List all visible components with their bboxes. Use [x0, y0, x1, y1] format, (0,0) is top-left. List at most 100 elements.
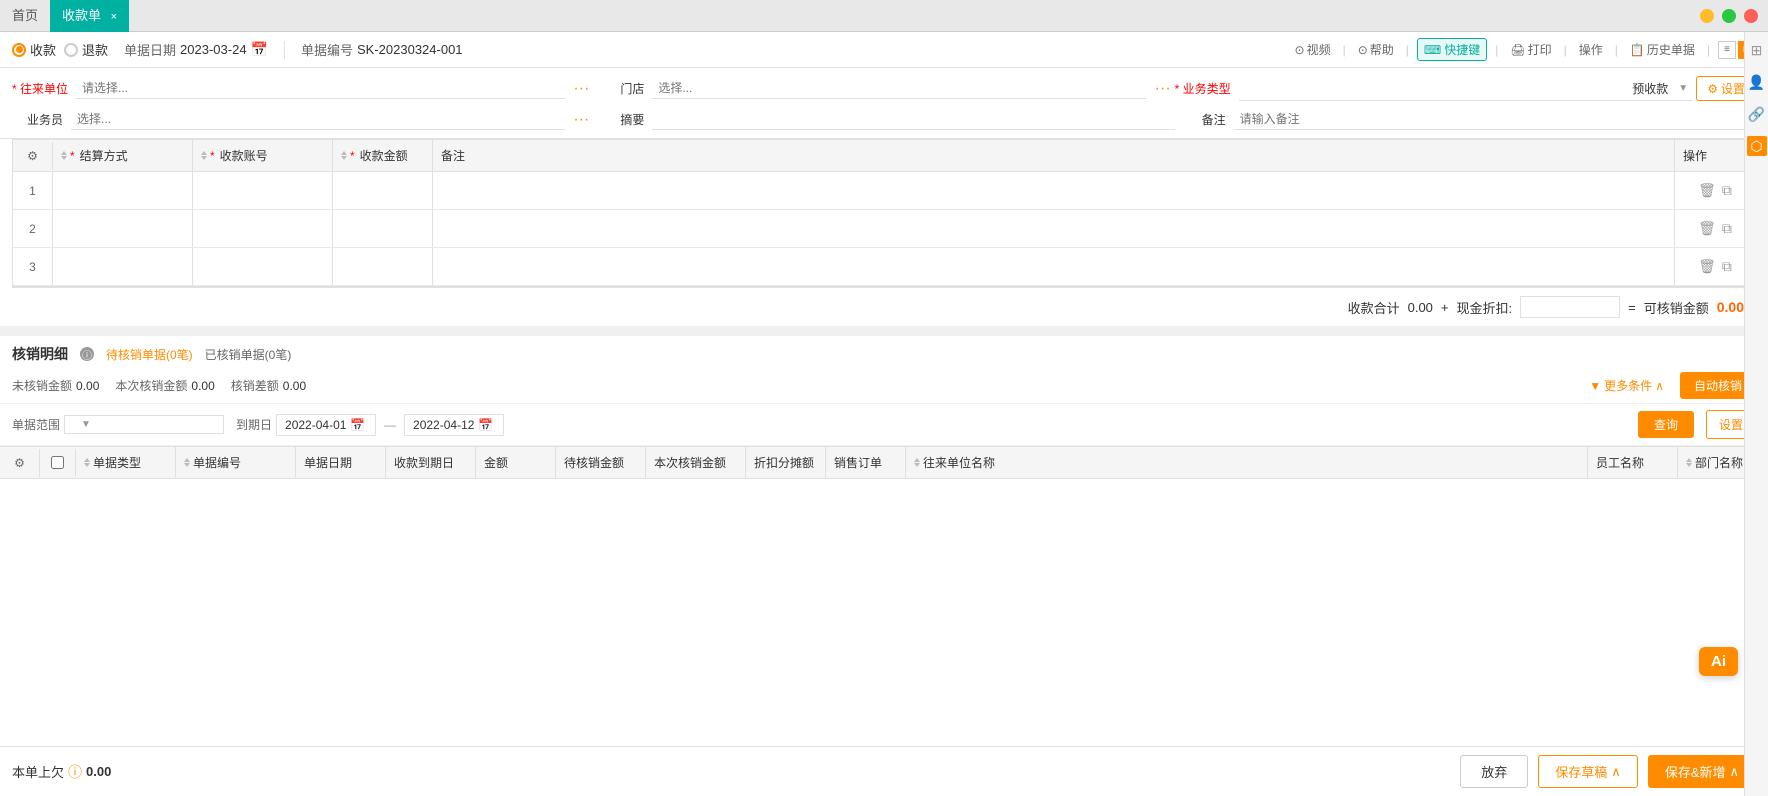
staff-input[interactable] — [71, 109, 565, 130]
copy-icon-2[interactable]: ⧉ — [1722, 220, 1732, 237]
verification-info-icon[interactable]: ⓘ — [80, 347, 94, 361]
sidebar-table-icon[interactable]: ⊞ — [1747, 40, 1767, 60]
tab-home[interactable]: 首页 — [0, 0, 50, 32]
sort-counterparty-icon[interactable] — [914, 458, 920, 467]
abandon-button[interactable]: 放弃 — [1460, 755, 1528, 788]
sidebar-link-icon[interactable]: 🔗 — [1747, 104, 1767, 124]
counterparty-input[interactable] — [76, 78, 565, 99]
td-settle-3[interactable] — [53, 248, 193, 285]
scope-select[interactable]: ▼ — [64, 415, 224, 434]
tab-receipt[interactable]: 收款单 × — [50, 0, 129, 32]
staff-label: 业务员 — [12, 111, 67, 128]
btb-gear-icon[interactable]: ⚙ — [0, 449, 40, 477]
scope-chevron-icon[interactable]: ▼ — [77, 419, 95, 430]
sort-settle-icon[interactable] — [61, 151, 67, 160]
prev-info-icon[interactable]: ⓘ — [68, 762, 82, 782]
done-tab[interactable]: 已核销单据(0笔) — [205, 346, 292, 363]
td-remark-1[interactable] — [433, 172, 1675, 209]
sort-amount-icon[interactable] — [341, 151, 347, 160]
store-more-icon[interactable]: ··· — [1151, 81, 1175, 97]
notes-input[interactable] — [1234, 109, 1756, 130]
maximize-button[interactable] — [1722, 9, 1736, 23]
td-account-3[interactable] — [193, 248, 333, 285]
btb-counterparty-label: 往来单位名称 — [923, 454, 995, 471]
radio-receipt[interactable]: 收款 — [12, 40, 56, 59]
delete-icon-1[interactable]: 🗑 — [1698, 182, 1716, 199]
biz-type-value: 预收款 — [1626, 77, 1674, 100]
staff-more-icon[interactable]: ··· — [569, 112, 593, 128]
sort-account-icon[interactable] — [201, 151, 207, 160]
print-btn[interactable]: 🖨 打印 — [1506, 39, 1555, 60]
sidebar-scan-icon[interactable]: ⬡ — [1747, 136, 1767, 156]
doc-num-label: 单据编号 — [301, 40, 353, 59]
table-gear-icon[interactable]: ⚙ — [13, 142, 53, 170]
due-from-calendar-icon[interactable]: 📅 — [350, 418, 365, 432]
minimize-button[interactable] — [1700, 9, 1714, 23]
summary-input[interactable] — [652, 109, 1174, 130]
save-draft-button[interactable]: 保存草稿 ∧ — [1538, 755, 1638, 788]
table-row: 2 🗑 ⧉ — [13, 210, 1755, 248]
delete-icon-3[interactable]: 🗑 — [1698, 258, 1716, 275]
close-button[interactable] — [1744, 9, 1758, 23]
pending-tab[interactable]: 待核销单据(0笔) — [106, 346, 193, 363]
more-conditions-btn[interactable]: ▼ 更多条件 ∧ — [1589, 377, 1664, 394]
btb-current-verify-label: 本次核销金额 — [654, 454, 726, 471]
td-settle-2[interactable] — [53, 210, 193, 247]
copy-icon-3[interactable]: ⧉ — [1722, 258, 1732, 275]
sort-up-icon — [84, 458, 90, 462]
biz-type-label: * 业务类型 — [1175, 80, 1235, 97]
scope-filter: 单据范围 ▼ — [12, 415, 224, 434]
td-amount-3[interactable] — [333, 248, 433, 285]
td-amount-2[interactable] — [333, 210, 433, 247]
video-btn[interactable]: ⊙ 视频 — [1291, 39, 1335, 60]
ai-badge[interactable]: Ai — [1699, 647, 1738, 676]
td-remark-3[interactable] — [433, 248, 1675, 285]
print-icon: 🖨 — [1510, 43, 1525, 57]
query-button[interactable]: 查询 — [1638, 411, 1694, 438]
store-input[interactable] — [652, 78, 1146, 99]
bottom-table-header: ⚙ 单据类型 单据编号 单据日期 收款到期日 金额 待核 — [0, 446, 1768, 479]
radio-dot-receipt — [16, 46, 23, 53]
save-draft-chevron-icon: ∧ — [1611, 764, 1621, 780]
tab-close-icon[interactable]: × — [111, 11, 117, 23]
gear-icon: ⚙ — [1707, 82, 1718, 96]
td-remark-2[interactable] — [433, 210, 1675, 247]
due-to-calendar-icon[interactable]: 📅 — [478, 418, 493, 432]
biz-type-input[interactable] — [1239, 78, 1627, 98]
doc-num-field: 单据编号 SK-20230324-001 — [301, 40, 463, 59]
calendar-icon[interactable]: 📅 — [251, 41, 268, 58]
cash-discount-input[interactable] — [1520, 296, 1620, 318]
sort-doc-type-icon[interactable] — [84, 458, 90, 467]
btb-amount-label: 金额 — [484, 454, 508, 471]
layout-list-icon[interactable]: ≡ — [1718, 41, 1736, 59]
td-account-2[interactable] — [193, 210, 333, 247]
filter-row: 单据范围 ▼ 到期日 2022-04-01 📅 — 2022-04-12 📅 查… — [0, 403, 1768, 446]
select-all-checkbox[interactable] — [51, 456, 64, 469]
btb-discount-label: 折扣分摊额 — [754, 454, 814, 471]
copy-icon-1[interactable]: ⧉ — [1722, 182, 1732, 199]
save-new-button[interactable]: 保存&新增 ∧ — [1648, 755, 1756, 788]
due-to-input[interactable]: 2022-04-12 📅 — [404, 414, 504, 436]
td-amount-1[interactable] — [333, 172, 433, 209]
biz-type-chevron-icon[interactable]: ▼ — [1674, 83, 1692, 94]
btb-checkbox-all[interactable] — [40, 449, 76, 476]
sort-doc-num-icon[interactable] — [184, 458, 190, 467]
shortcut-btn[interactable]: ⌨ 快捷键 — [1417, 38, 1487, 61]
td-account-1[interactable] — [193, 172, 333, 209]
sort-up-icon — [1686, 458, 1692, 462]
due-from-input[interactable]: 2022-04-01 📅 — [276, 414, 376, 436]
btb-doc-num-label: 单据编号 — [193, 454, 241, 471]
counterparty-more-icon[interactable]: ··· — [569, 81, 593, 97]
help-btn[interactable]: ⊙ 帮助 — [1354, 39, 1398, 60]
biz-type-select[interactable]: 预收款 ▼ — [1239, 77, 1693, 101]
btb-sales-order: 销售订单 — [826, 447, 906, 478]
ai-label: Ai — [1711, 653, 1726, 670]
delete-icon-2[interactable]: 🗑 — [1698, 220, 1716, 237]
td-settle-1[interactable] — [53, 172, 193, 209]
operation-btn[interactable]: 操作 — [1575, 39, 1607, 60]
radio-receipt-label: 收款 — [30, 40, 56, 59]
sort-dept-icon[interactable] — [1686, 458, 1692, 467]
sidebar-contact-icon[interactable]: 👤 — [1747, 72, 1767, 92]
history-btn[interactable]: 📋 历史单据 — [1626, 39, 1699, 60]
radio-refund[interactable]: 退款 — [64, 40, 108, 59]
